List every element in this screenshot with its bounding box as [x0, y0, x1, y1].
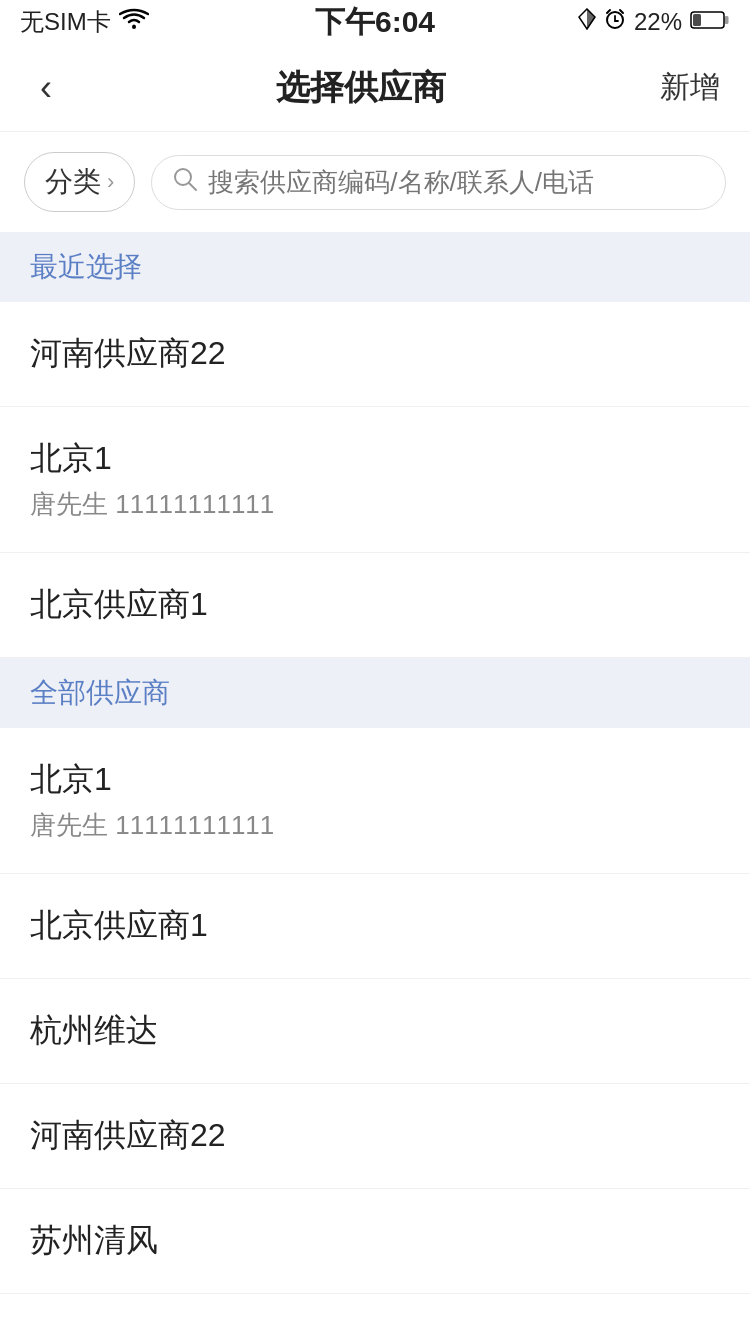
chevron-right-icon: › — [107, 169, 114, 195]
all-items-list: 北京1 唐先生 11111111111 北京供应商1 杭州维达河南供应商22 苏州清风 — [0, 728, 750, 1294]
list-item[interactable]: 河南供应商22 — [0, 302, 750, 407]
recent-items-list: 河南供应商22 北京1 唐先生 11111111111 北京供应商1 — [0, 302, 750, 658]
search-input[interactable] — [208, 167, 705, 198]
list-item[interactable]: 苏州清风 — [0, 1189, 750, 1294]
status-time: 下午6:04 — [315, 2, 435, 43]
wifi-icon — [119, 8, 149, 36]
all-section-label: 全部供应商 — [30, 677, 170, 708]
recent-section-label: 最近选择 — [30, 251, 142, 282]
item-name: 北京1 — [30, 437, 720, 481]
item-sub: 唐先生 11111111111 — [30, 808, 720, 843]
list-item[interactable]: 北京供应商1 — [0, 874, 750, 979]
recent-section-header: 最近选择 — [0, 232, 750, 302]
all-section-header: 全部供应商 — [0, 658, 750, 728]
status-right: 22% — [578, 8, 730, 36]
item-name: 北京1 — [30, 758, 720, 802]
location-icon — [578, 8, 596, 36]
carrier-label: 无SIM卡 — [20, 6, 111, 38]
list-item[interactable]: 北京供应商1 — [0, 553, 750, 658]
item-sub: 唐先生 11111111111 — [30, 487, 720, 522]
category-button[interactable]: 分类 › — [24, 152, 135, 212]
category-label: 分类 — [45, 163, 101, 201]
svg-line-6 — [189, 183, 196, 190]
svg-point-0 — [132, 25, 136, 29]
add-button[interactable]: 新增 — [660, 67, 720, 108]
list-item[interactable]: 北京1 唐先生 11111111111 — [0, 728, 750, 874]
list-item[interactable]: 河南供应商22 — [0, 1084, 750, 1189]
item-name: 河南供应商22 — [30, 1114, 720, 1158]
item-name: 苏州清风 — [30, 1219, 720, 1263]
item-name: 杭州维达 — [30, 1009, 720, 1053]
item-name: 北京供应商1 — [30, 904, 720, 948]
status-bar: 无SIM卡 下午6:04 22% — [0, 0, 750, 44]
item-name: 河南供应商22 — [30, 332, 720, 376]
search-icon — [172, 166, 198, 199]
list-item[interactable]: 北京1 唐先生 11111111111 — [0, 407, 750, 553]
page-title: 选择供应商 — [276, 65, 446, 111]
filter-bar: 分类 › — [0, 132, 750, 232]
battery-label: 22% — [634, 8, 682, 36]
alarm-icon — [604, 8, 626, 36]
battery-icon — [690, 8, 730, 36]
list-item[interactable]: 杭州维达 — [0, 979, 750, 1084]
status-left: 无SIM卡 — [20, 6, 149, 38]
search-box[interactable] — [151, 155, 726, 210]
svg-rect-3 — [725, 16, 729, 24]
nav-bar: ‹ 选择供应商 新增 — [0, 44, 750, 132]
svg-rect-4 — [693, 14, 701, 26]
back-button[interactable]: ‹ — [30, 57, 62, 119]
item-name: 北京供应商1 — [30, 583, 720, 627]
